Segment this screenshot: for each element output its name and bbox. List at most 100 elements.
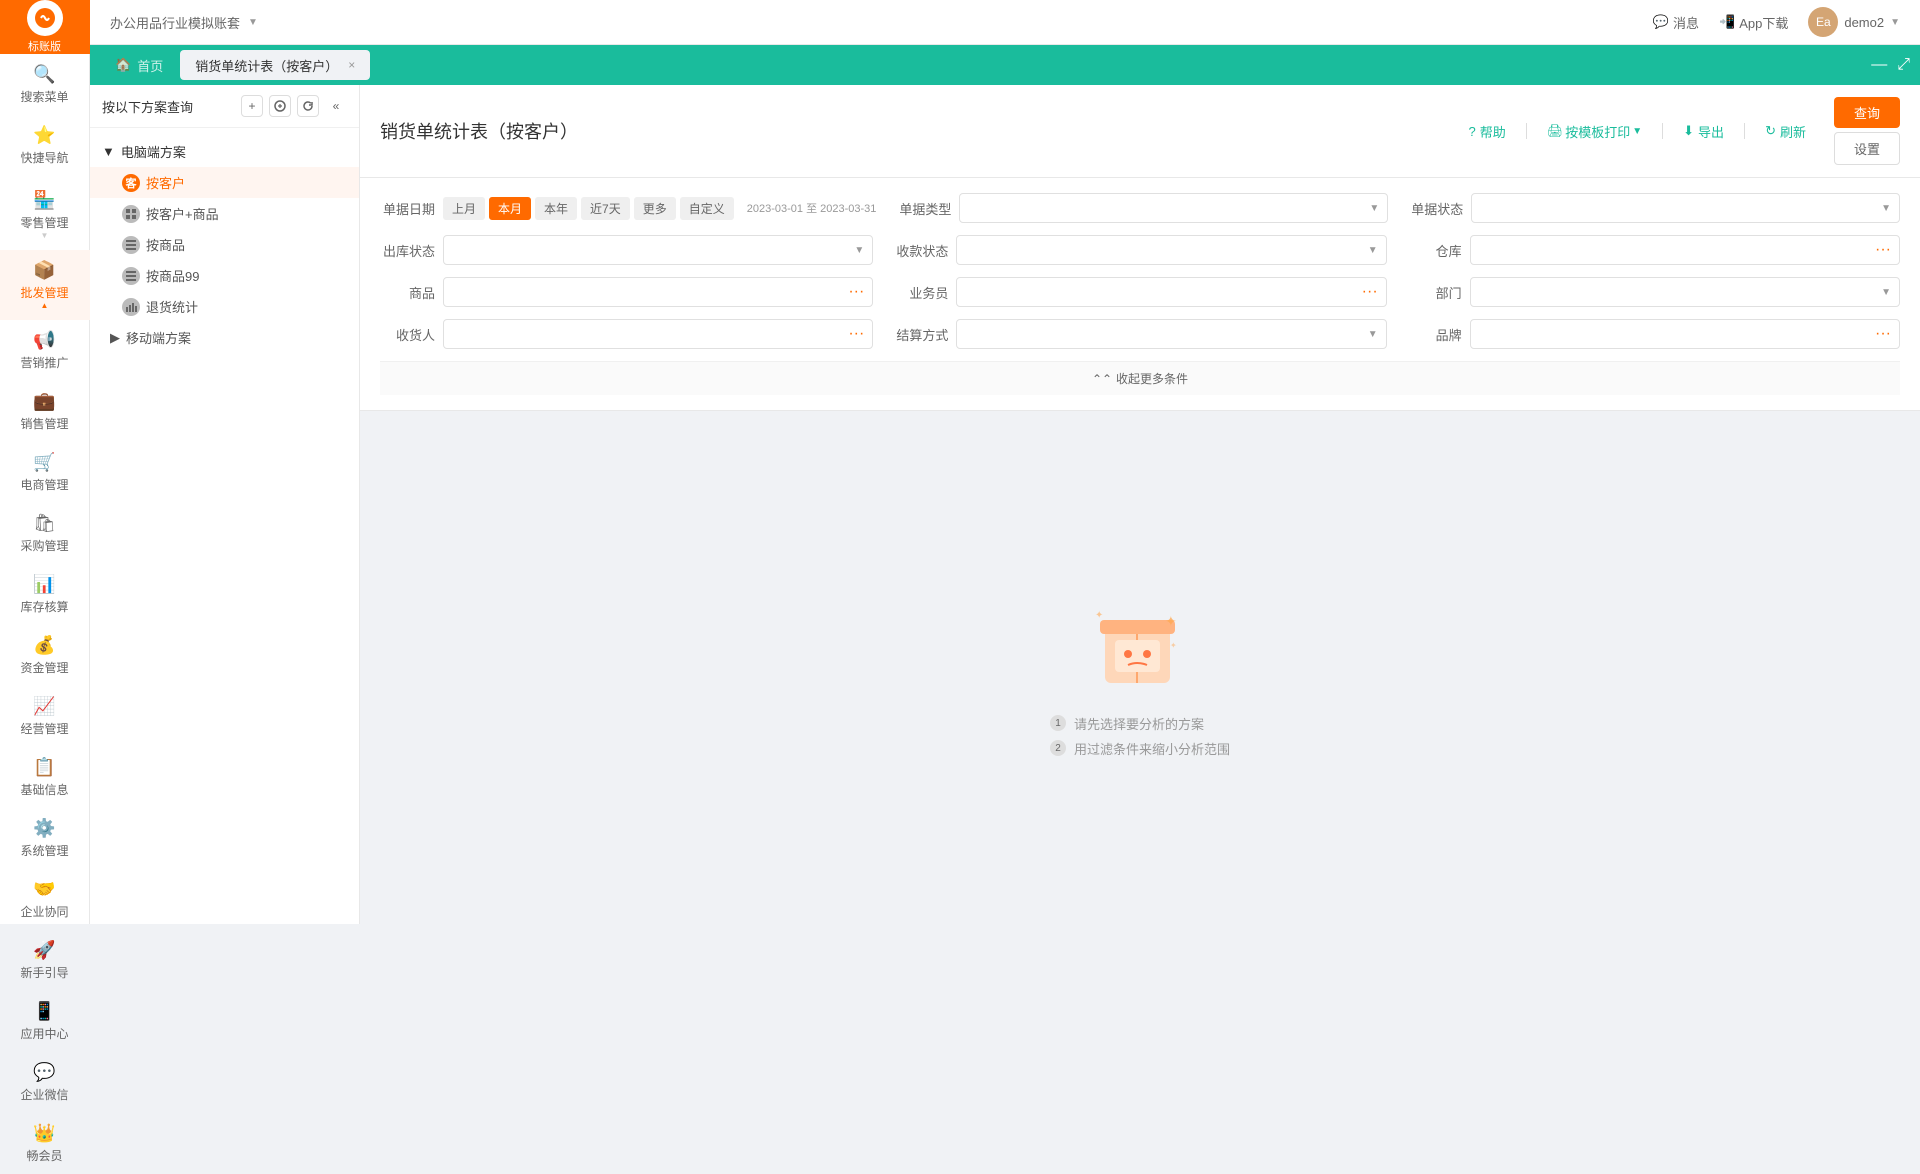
date-btn-7days[interactable]: 近7天: [581, 197, 630, 220]
sidebar-item-basic[interactable]: 📋 基础信息: [0, 747, 90, 808]
add-scheme-btn[interactable]: +: [241, 95, 263, 117]
mobile-group-arrow: ▶: [110, 330, 120, 346]
desktop-group-header[interactable]: ▼ 电脑端方案: [90, 136, 359, 167]
sidebar-item-ecommerce[interactable]: 🛒 电商管理: [0, 442, 90, 503]
desktop-group: ▼ 电脑端方案 客 按客户 按客户+商品: [90, 136, 359, 322]
settings-btn[interactable]: 设置: [1834, 132, 1900, 165]
brand-input[interactable]: ···: [1470, 319, 1900, 349]
product-icon: [122, 236, 140, 254]
consignee-input[interactable]: ···: [443, 319, 873, 349]
export-label: 导出: [1698, 122, 1724, 141]
query-btn[interactable]: 查询: [1834, 97, 1900, 128]
mobile-group-header[interactable]: ▶ 移动端方案: [90, 322, 359, 353]
avatar: Ea: [1808, 7, 1838, 37]
newguide-icon: 🚀: [33, 940, 55, 961]
operations-icon: 📈: [33, 696, 55, 717]
sidebar-item-retail[interactable]: 🏪 零售管理 ▼: [0, 180, 90, 250]
tree-item-by-customer-product[interactable]: 按客户+商品: [90, 198, 359, 229]
industry-arrow-icon: ▼: [248, 17, 258, 28]
tab-close-icon[interactable]: ×: [348, 58, 355, 72]
edit-scheme-btn[interactable]: [269, 95, 291, 117]
sidebar-sales-label: 销售管理: [20, 415, 68, 432]
out-status-filter: 出库状态 ▼: [380, 235, 873, 265]
sidebar-item-appcenter[interactable]: 📱 应用中心: [0, 991, 90, 1052]
return-stats-label: 退货统计: [146, 297, 198, 316]
export-btn[interactable]: ⬇ 导出: [1675, 118, 1732, 145]
industry-selector[interactable]: 办公用品行业模拟账套 ▼: [110, 13, 258, 32]
page-header: 销货单统计表（按客户） ? 帮助 🖨 按模板打印 ▼ ⬇: [360, 85, 1920, 178]
appcenter-icon: 📱: [33, 1001, 55, 1022]
sidebar-item-member[interactable]: 👑 畅会员: [0, 1113, 90, 1174]
order-type-select[interactable]: ▼: [959, 193, 1388, 223]
tree-item-by-product-99[interactable]: 按商品99: [90, 260, 359, 291]
sidebar-item-purchase[interactable]: 🛍 采购管理: [0, 503, 90, 564]
sidebar-item-sales[interactable]: 💼 销售管理: [0, 381, 90, 442]
sidebar-operations-label: 经营管理: [20, 720, 68, 737]
svg-text:✦: ✦: [1170, 641, 1177, 650]
export-icon: ⬇: [1683, 123, 1694, 139]
refresh-btn[interactable]: ↻ 刷新: [1757, 118, 1814, 145]
refresh-label: 刷新: [1780, 122, 1806, 141]
sidebar-enterprise-label: 企业协同: [20, 903, 68, 920]
filter-row-3: 商品 ··· 业务员 ··· 部门: [380, 277, 1900, 307]
payment-status-select[interactable]: ▼: [956, 235, 1386, 265]
by-product-label: 按商品: [146, 235, 185, 254]
date-btn-custom[interactable]: 自定义: [680, 197, 734, 220]
help-btn[interactable]: ? 帮助: [1460, 118, 1513, 145]
left-panel-title: 按以下方案查询: [102, 97, 193, 116]
sidebar-item-enterprise[interactable]: 🤝 企业协同: [0, 869, 90, 930]
left-panel-actions: + «: [241, 95, 347, 117]
sidebar-wholesale-label: 批发管理: [20, 284, 68, 301]
user-arrow-icon: ▼: [1890, 17, 1900, 28]
collapse-more-btn[interactable]: ⌃⌃ 收起更多条件: [380, 361, 1900, 395]
tab-current[interactable]: 销货单统计表（按客户） ×: [180, 50, 370, 80]
date-btn-this-month[interactable]: 本月: [489, 197, 531, 220]
date-range-display: 2023-03-01 至 2023-03-31: [747, 200, 877, 216]
sidebar-item-corpwx[interactable]: 💬 企业微信: [0, 1052, 90, 1113]
sidebar-search[interactable]: 🔍 搜索菜单: [0, 54, 90, 115]
settlement-select[interactable]: ▼: [956, 319, 1386, 349]
collapse-panel-btn[interactable]: «: [325, 95, 347, 117]
order-status-select[interactable]: ▼: [1471, 193, 1900, 223]
tree-item-by-product[interactable]: 按商品: [90, 229, 359, 260]
sidebar-item-system[interactable]: ⚙️ 系统管理: [0, 808, 90, 869]
sidebar-item-newguide[interactable]: 🚀 新手引导: [0, 930, 90, 991]
consignee-label: 收货人: [380, 325, 435, 344]
tree-item-by-customer[interactable]: 客 按客户: [90, 167, 359, 198]
print-dropdown-icon: ▼: [1632, 126, 1642, 137]
tree-item-return-stats[interactable]: 退货统计: [90, 291, 359, 322]
tab-minimize-icon[interactable]: —: [1871, 56, 1887, 74]
date-btn-more[interactable]: 更多: [634, 197, 676, 220]
retail-icon: 🏪: [33, 190, 55, 211]
warehouse-input[interactable]: ···: [1470, 235, 1900, 265]
print-template-btn[interactable]: 🖨 按模板打印 ▼: [1539, 118, 1650, 145]
refresh-scheme-btn[interactable]: [297, 95, 319, 117]
tab-expand-icon[interactable]: ⤢: [1897, 56, 1910, 74]
tab-home[interactable]: 🏠 首页: [100, 50, 178, 80]
sidebar-item-inventory[interactable]: 📊 库存核算: [0, 564, 90, 625]
sidebar-item-operations[interactable]: 📈 经营管理: [0, 686, 90, 747]
out-status-select[interactable]: ▼: [443, 235, 873, 265]
sidebar-item-wholesale[interactable]: 📦 批发管理 ▲: [0, 250, 90, 320]
empty-tip-2-text: 用过滤条件来缩小分析范围: [1074, 739, 1230, 758]
product-input[interactable]: ···: [443, 277, 873, 307]
order-status-filter: 单据状态 ▼: [1408, 193, 1900, 223]
messages-btn[interactable]: 💬 消息: [1653, 13, 1699, 32]
empty-tip-1-text: 请先选择要分析的方案: [1074, 714, 1204, 733]
product-label: 商品: [380, 283, 435, 302]
message-icon: 💬: [1653, 14, 1669, 30]
date-btn-this-year[interactable]: 本年: [535, 197, 577, 220]
sidebar-quicknav[interactable]: ⭐ 快捷导航: [0, 115, 90, 176]
app-download-btn[interactable]: 📲 App下载: [1719, 13, 1788, 32]
sidebar-item-marketing[interactable]: 📢 营销推广: [0, 320, 90, 381]
dept-select[interactable]: ▼: [1470, 277, 1900, 307]
sidebar-item-finance[interactable]: 💰 资金管理: [0, 625, 90, 686]
by-product-99-label: 按商品99: [146, 266, 199, 285]
user-info[interactable]: Ea demo2 ▼: [1808, 7, 1900, 37]
retail-arrow: ▼: [41, 231, 49, 240]
salesperson-input[interactable]: ···: [956, 277, 1386, 307]
warehouse-filter: 仓库 ···: [1407, 235, 1900, 265]
empty-illustration: ✦ ✦ ✦: [1080, 578, 1200, 698]
filter-row-4: 收货人 ··· 结算方式 ▼ 品牌: [380, 319, 1900, 349]
date-btn-last-month[interactable]: 上月: [443, 197, 485, 220]
